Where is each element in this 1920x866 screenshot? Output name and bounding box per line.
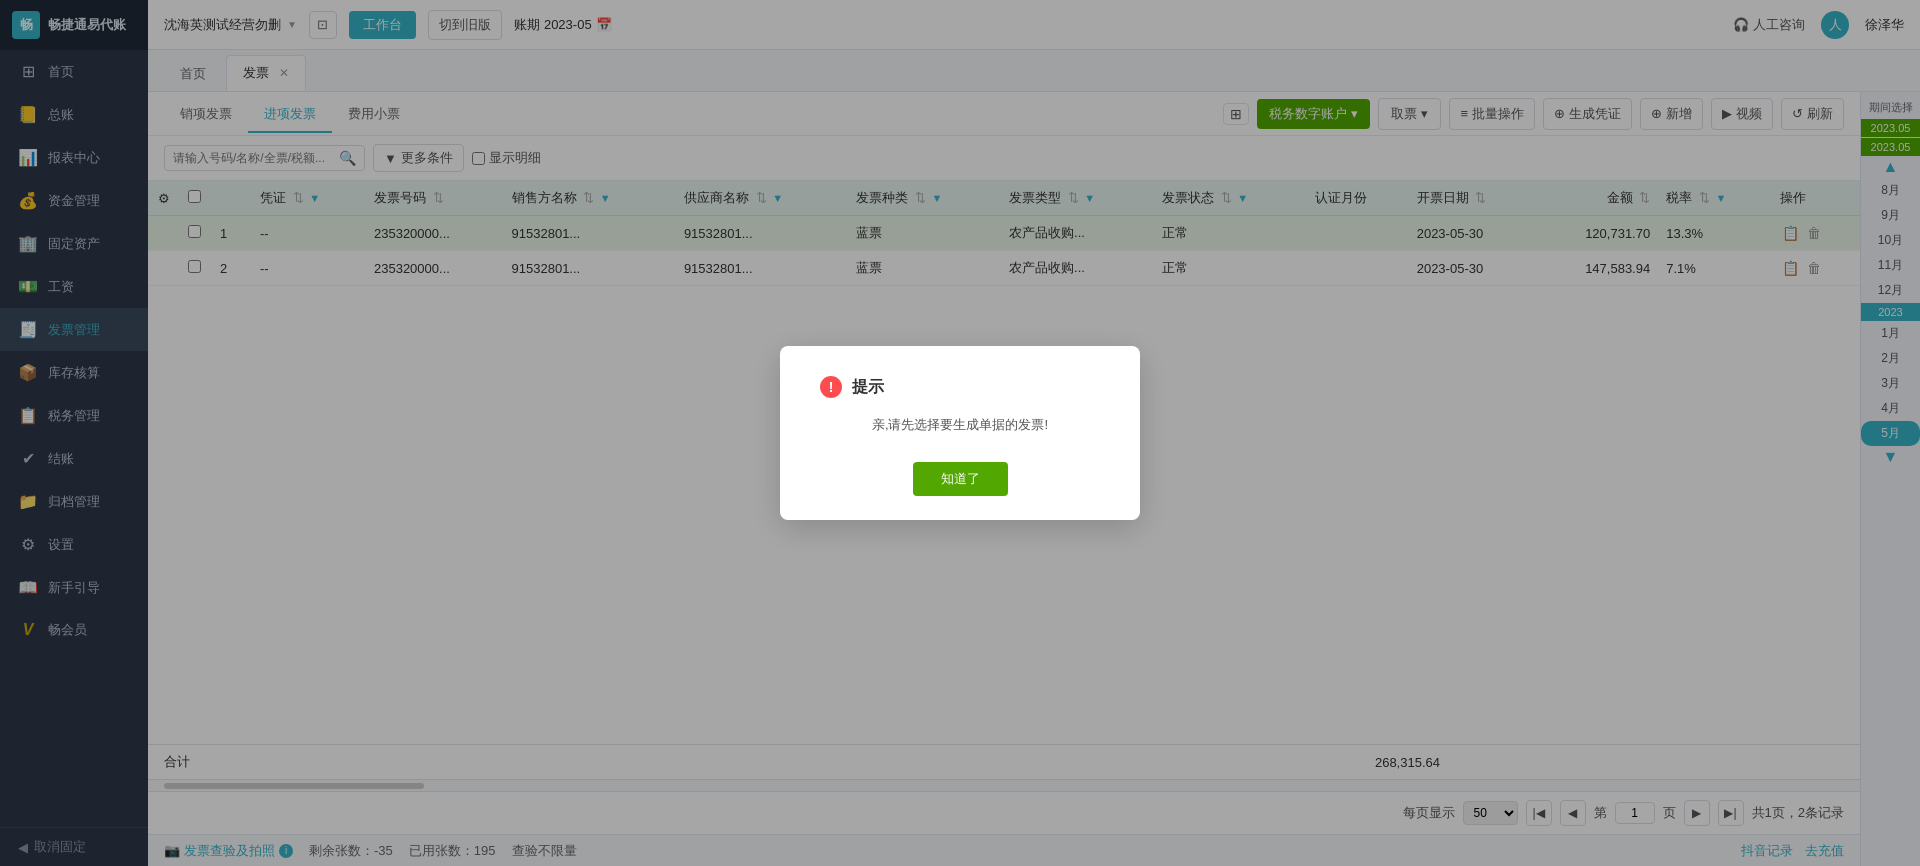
modal-dialog: ! 提示 亲,请先选择要生成单据的发票! 知道了 — [780, 346, 1140, 520]
modal-body: 亲,请先选择要生成单据的发票! — [820, 416, 1100, 434]
modal-title: 提示 — [852, 377, 884, 398]
modal-header: ! 提示 — [820, 376, 1100, 398]
modal-footer: 知道了 — [820, 462, 1100, 496]
modal-message: 亲,请先选择要生成单据的发票! — [872, 417, 1048, 432]
confirm-button[interactable]: 知道了 — [913, 462, 1008, 496]
warning-icon: ! — [820, 376, 842, 398]
modal-overlay: ! 提示 亲,请先选择要生成单据的发票! 知道了 — [0, 0, 1920, 866]
confirm-label: 知道了 — [941, 471, 980, 486]
